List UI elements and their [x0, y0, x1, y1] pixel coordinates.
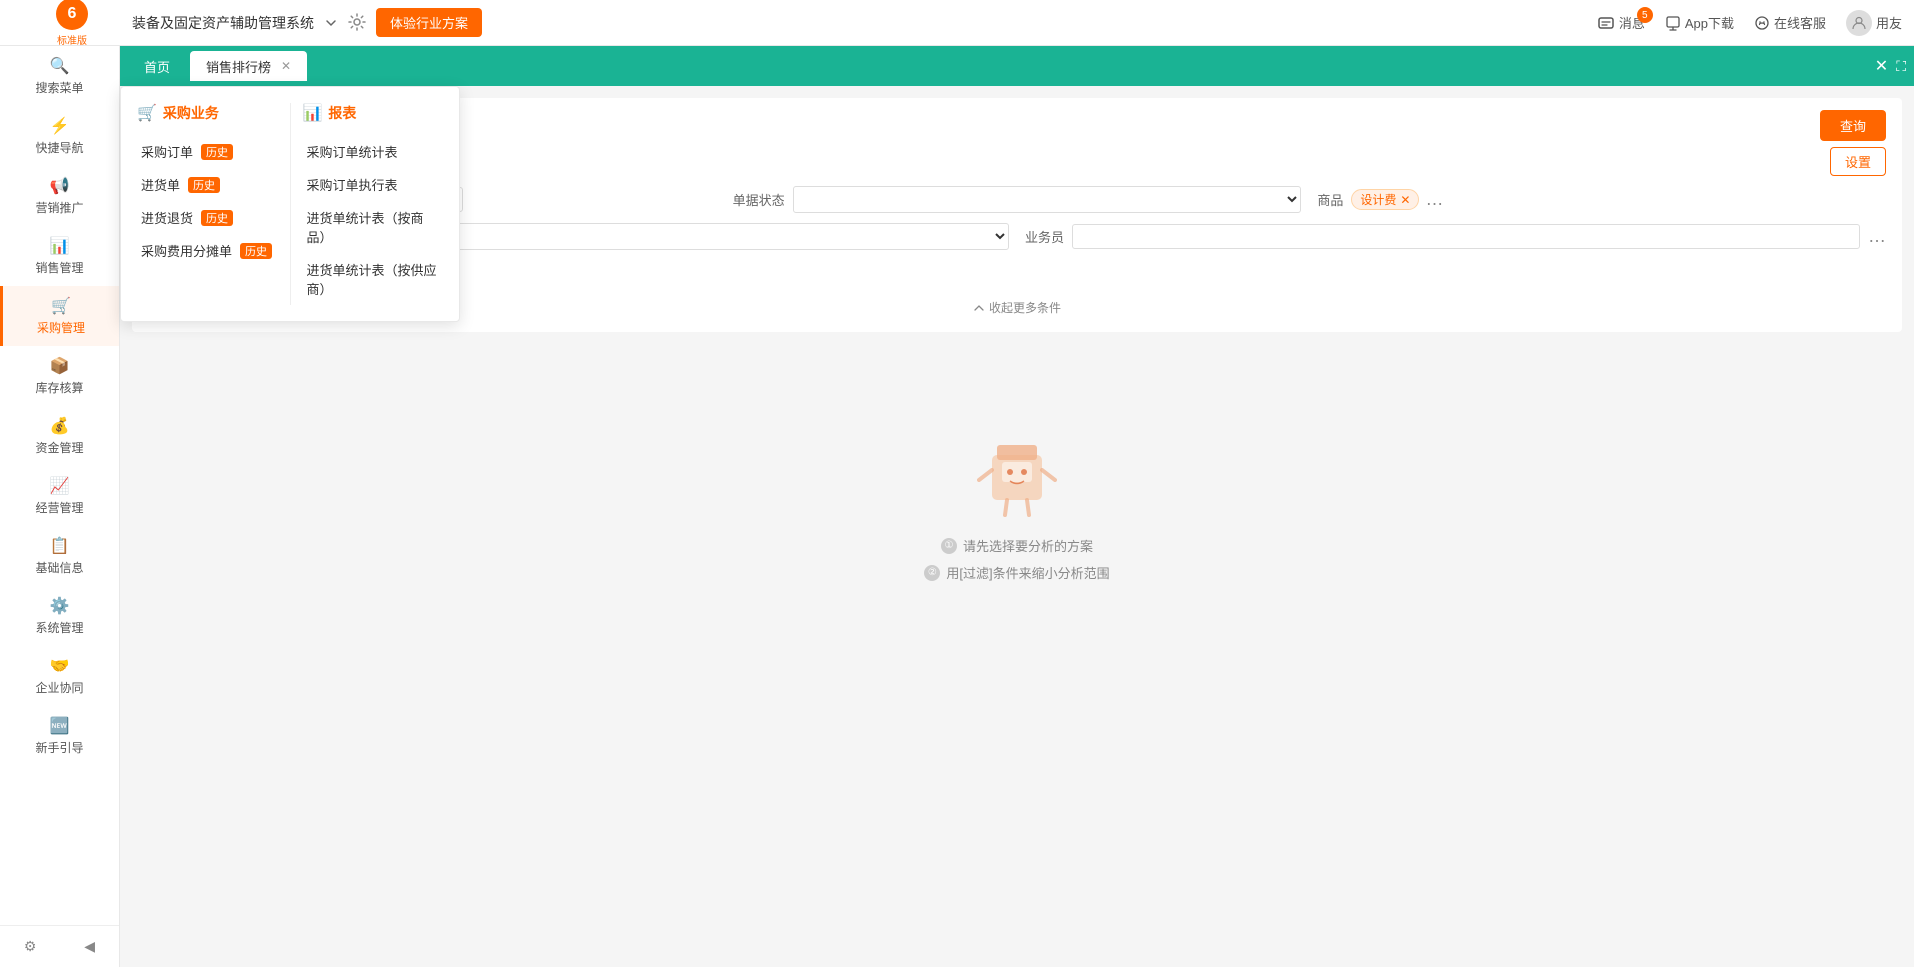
enterprise-icon: 🤝: [50, 656, 70, 676]
message-badge: 5: [1637, 7, 1653, 23]
sidebar-collapse-btn[interactable]: ◀: [84, 938, 95, 955]
tab-sales-rank[interactable]: 销售排行榜 ✕: [190, 51, 307, 81]
sidebar-bottom: ⚙ ◀: [0, 925, 119, 967]
query-button[interactable]: 查询: [1820, 110, 1886, 141]
settings-icon[interactable]: [348, 13, 368, 33]
sidebar-item-quicknav[interactable]: ⚡ 快捷导航: [0, 106, 119, 166]
operations-icon: 📈: [50, 476, 70, 496]
salesman-more-icon[interactable]: …: [1868, 226, 1886, 247]
empty-hint-1: ① 请先选择要分析的方案: [941, 536, 1093, 555]
order-status-label: 单据状态: [733, 190, 785, 209]
top-right: 消息 5 App下载 在线客服 用友: [1597, 10, 1902, 36]
sidebar-item-operations[interactable]: 📈 经营管理: [0, 466, 119, 526]
sidebar-item-purchase[interactable]: 🛒 采购管理: [0, 286, 119, 346]
sidebar-item-basic-info[interactable]: 📋 基础信息: [0, 526, 119, 586]
empty-state: ① 请先选择要分析的方案 ② 用[过滤]条件来缩小分析范围: [132, 340, 1902, 662]
industry-btn[interactable]: 体验行业方案: [376, 8, 482, 37]
logo-area: 6 标准版: [12, 0, 132, 47]
dropdown-col-report: 📊 报表 采购订单统计表 采购订单执行表 进货单统计表（按商品） 进货单统计表（…: [303, 103, 444, 305]
empty-illustration: [967, 420, 1067, 520]
tab-bar-actions: ✕ ⛶: [1875, 56, 1906, 76]
sales-icon: 📊: [50, 236, 70, 256]
message-btn[interactable]: 消息 5: [1597, 13, 1645, 32]
sidebar-item-finance[interactable]: 💰 资金管理: [0, 406, 119, 466]
tab-close-all-icon[interactable]: ✕: [1875, 56, 1888, 76]
logo-icon: 6: [56, 0, 88, 30]
quicknav-icon: ⚡: [50, 116, 70, 136]
purchase-dropdown-menu: 🛒 采购业务 采购订单 历史 进货单 历史 进货退货 历史 采购费用分摊单 历史: [120, 86, 460, 322]
purchase-icon: 🛒: [51, 296, 71, 316]
sidebar-item-newbie[interactable]: 🆕 新手引导: [0, 706, 119, 766]
avatar: [1846, 10, 1872, 36]
dropdown-item-goods-receipt[interactable]: 进货单 历史: [137, 168, 278, 201]
dropdown-columns: 🛒 采购业务 采购订单 历史 进货单 历史 进货退货 历史 采购费用分摊单 历史: [137, 103, 443, 305]
online-service-btn[interactable]: 在线客服: [1754, 13, 1826, 32]
filter-salesman: 业务员 …: [1025, 224, 1886, 249]
query-actions: 查询 设置: [1820, 110, 1886, 176]
dropdown-col-report-title: 📊 报表: [303, 103, 444, 123]
history-badge-3: 历史: [240, 243, 272, 259]
history-badge-2: 历史: [201, 210, 233, 226]
goods-label: 商品: [1317, 190, 1343, 209]
setup-button[interactable]: 设置: [1830, 147, 1886, 176]
tab-maximize-icon[interactable]: ⛶: [1896, 58, 1906, 75]
dropdown-col-purchase: 🛒 采购业务 采购订单 历史 进货单 历史 进货退货 历史 采购费用分摊单 历史: [137, 103, 278, 305]
filter-goods: 商品 设计费 ✕ …: [1317, 189, 1886, 210]
goods-tag-close-icon[interactable]: ✕: [1400, 193, 1410, 207]
basic-info-icon: 📋: [50, 536, 70, 556]
sidebar-item-search[interactable]: 🔍 搜索菜单: [0, 46, 119, 106]
filter-order-status: 单据状态: [733, 186, 1302, 213]
system-icon: ⚙️: [50, 596, 70, 616]
online-service-label: 在线客服: [1774, 13, 1826, 32]
sidebar-item-sales[interactable]: 📊 销售管理: [0, 226, 119, 286]
order-status-select[interactable]: [793, 186, 1302, 213]
app-title: 装备及固定资产辅助管理系统: [132, 13, 314, 33]
marketing-icon: 📢: [50, 176, 70, 196]
history-badge-0: 历史: [201, 144, 233, 160]
dropdown-col-purchase-title: 🛒 采购业务: [137, 103, 278, 123]
finance-icon: 💰: [50, 416, 70, 436]
app-download-label: App下载: [1685, 13, 1734, 32]
dropdown-item-purchase-order[interactable]: 采购订单 历史: [137, 135, 278, 168]
dropdown-left-icon: 🛒: [137, 103, 157, 123]
logo-subtitle: 标准版: [57, 32, 87, 47]
salesman-label: 业务员: [1025, 227, 1064, 246]
hint-bullet-1: ①: [941, 538, 957, 554]
sidebar-item-enterprise[interactable]: 🤝 企业协同: [0, 646, 119, 706]
dropdown-item-goods-return[interactable]: 进货退货 历史: [137, 201, 278, 234]
sidebar-item-inventory[interactable]: 📦 库存核算: [0, 346, 119, 406]
user-label: 用友: [1876, 13, 1902, 32]
history-badge-1: 历史: [188, 177, 220, 193]
sidebar: 🔍 搜索菜单 ⚡ 快捷导航 📢 营销推广 📊 销售管理 🛒 采购管理 📦 库存核…: [0, 46, 120, 967]
dropdown-item-report-order-exec[interactable]: 采购订单执行表: [303, 168, 444, 201]
search-icon: 🔍: [50, 56, 70, 76]
dropdown-arrow-icon[interactable]: [322, 14, 340, 32]
tab-close-icon[interactable]: ✕: [281, 59, 291, 73]
dropdown-item-report-goods-by-supplier[interactable]: 进货单统计表（按供应商）: [303, 253, 444, 305]
goods-more-icon[interactable]: …: [1425, 189, 1443, 210]
sidebar-settings-btn[interactable]: ⚙: [24, 938, 37, 955]
dropdown-separator: [290, 103, 291, 305]
dropdown-item-report-order-stat[interactable]: 采购订单统计表: [303, 135, 444, 168]
goods-tag: 设计费 ✕: [1351, 189, 1419, 210]
top-bar: 6 标准版 装备及固定资产辅助管理系统 体验行业方案 消息 5 App下载 在线…: [0, 0, 1914, 46]
dropdown-right-icon: 📊: [303, 103, 323, 123]
collapse-up-icon: [973, 302, 985, 314]
empty-hint-2: ② 用[过滤]条件来缩小分析范围: [924, 563, 1109, 582]
hint-bullet-2: ②: [924, 565, 940, 581]
sidebar-item-system[interactable]: ⚙️ 系统管理: [0, 586, 119, 646]
app-title-area: 装备及固定资产辅助管理系统 体验行业方案: [132, 8, 1597, 37]
tab-home[interactable]: 首页: [128, 51, 186, 81]
sidebar-item-marketing[interactable]: 📢 营销推广: [0, 166, 119, 226]
goods-input-area: 设计费 ✕ …: [1351, 189, 1886, 210]
user-menu-btn[interactable]: 用友: [1846, 10, 1902, 36]
salesman-input[interactable]: [1072, 224, 1860, 249]
dropdown-item-purchase-fee[interactable]: 采购费用分摊单 历史: [137, 234, 278, 267]
newbie-icon: 🆕: [50, 716, 70, 736]
tab-bar: 首页 销售排行榜 ✕ ✕ ⛶: [120, 46, 1914, 86]
dropdown-item-report-goods-by-product[interactable]: 进货单统计表（按商品）: [303, 201, 444, 253]
app-download-btn[interactable]: App下载: [1665, 13, 1734, 32]
inventory-icon: 📦: [50, 356, 70, 376]
